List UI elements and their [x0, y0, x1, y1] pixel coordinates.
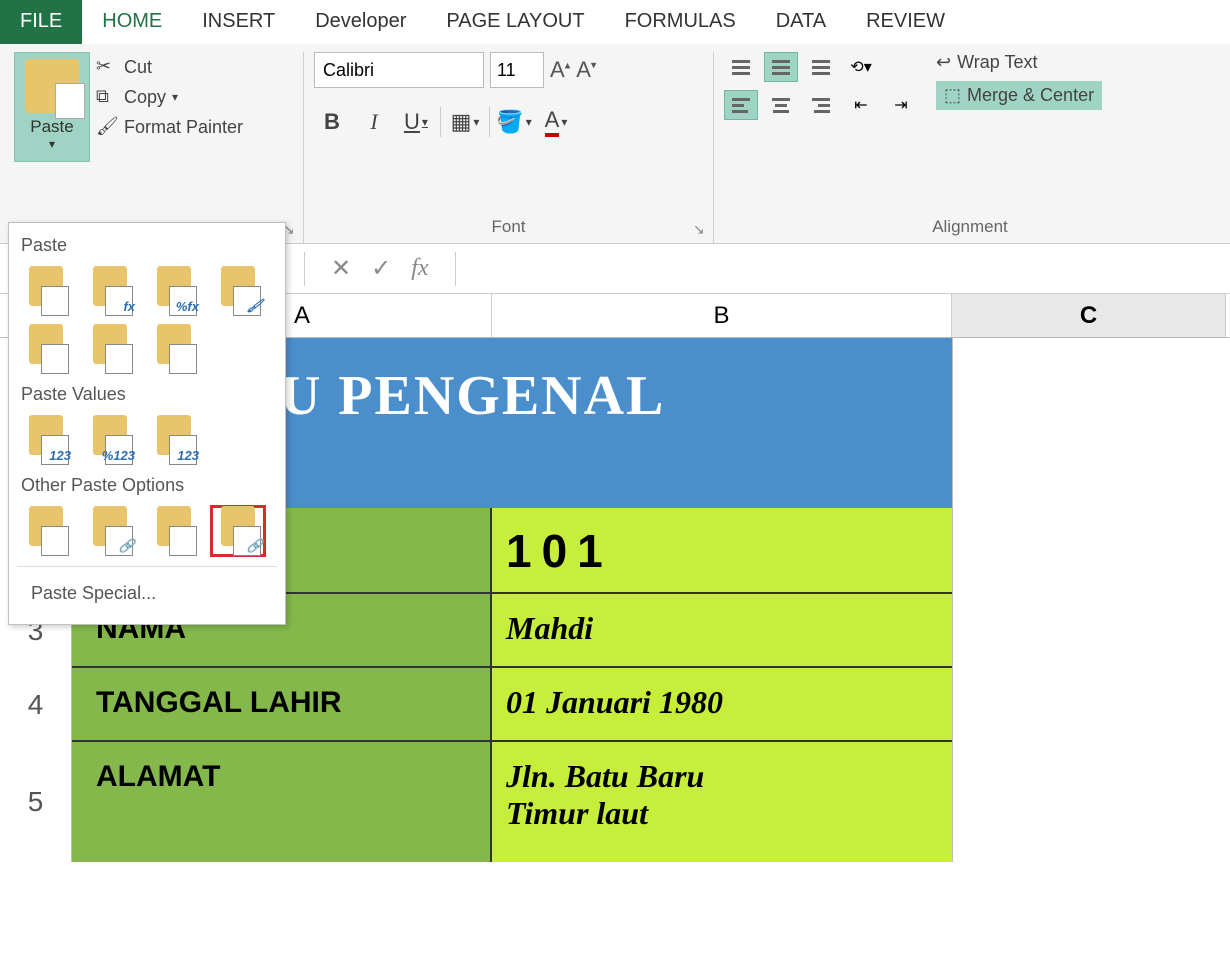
- paste-option-keep-source-formatting[interactable]: 🖌: [211, 266, 265, 316]
- wrap-text-label: Wrap Text: [957, 52, 1037, 73]
- cut-button[interactable]: ✂ Cut: [96, 56, 243, 78]
- group-clipboard: Paste ▾ ✂ Cut ⧉ Copy ▾ 🖌 Format Painter: [4, 52, 304, 243]
- enter-formula-icon[interactable]: ✓: [371, 254, 391, 283]
- copy-label: Copy: [124, 87, 166, 108]
- group-alignment: ⟲▾ ⇤ ⇥ ↩ Wrap Text ⬚ Merge & Center: [714, 52, 1226, 243]
- tab-developer[interactable]: Developer: [295, 0, 426, 44]
- cell-c3[interactable]: [952, 594, 1226, 668]
- increase-indent-button[interactable]: ⇥: [884, 90, 918, 120]
- format-painter-button[interactable]: 🖌 Format Painter: [96, 116, 243, 138]
- paste-option-transpose[interactable]: [147, 324, 201, 374]
- cell-c2[interactable]: [952, 508, 1226, 594]
- decrease-font-icon[interactable]: A▾: [576, 57, 596, 83]
- wrap-text-icon: ↩: [936, 52, 951, 73]
- cell-b4[interactable]: 01 Januari 1980: [492, 668, 952, 742]
- font-size-select[interactable]: [490, 52, 544, 88]
- paste-option-linked-picture[interactable]: 🔗: [211, 506, 265, 556]
- column-header-c[interactable]: C: [952, 294, 1226, 337]
- table-row: 4 TANGGAL LAHIR 01 Januari 1980: [0, 668, 1230, 742]
- borders-button[interactable]: ▦: [447, 104, 483, 140]
- fill-color-button[interactable]: 🪣: [496, 104, 532, 140]
- paste-dropdown-menu: Paste fx %fx 🖌 Paste Values 123 %123 123…: [8, 222, 286, 625]
- paste-option-keep-column-widths[interactable]: [83, 324, 137, 374]
- row-header-5[interactable]: 5: [0, 742, 72, 862]
- brush-icon: 🖌: [96, 116, 118, 138]
- paste-dropdown-arrow[interactable]: ▾: [49, 137, 55, 151]
- bold-button[interactable]: B: [314, 104, 350, 140]
- increase-font-icon[interactable]: A▴: [550, 57, 570, 83]
- tab-insert[interactable]: INSERT: [182, 0, 295, 44]
- font-name-select[interactable]: [314, 52, 484, 88]
- format-painter-label: Format Painter: [124, 117, 243, 138]
- cell-c5[interactable]: [952, 742, 1226, 862]
- scissors-icon: ✂: [96, 56, 118, 78]
- underline-button[interactable]: U: [398, 104, 434, 140]
- cut-label: Cut: [124, 57, 152, 78]
- paste-option-picture[interactable]: [147, 506, 201, 556]
- paste-option-values[interactable]: 123: [19, 415, 73, 465]
- paste-section-header: Paste: [17, 229, 277, 262]
- ribbon: Paste ▾ ✂ Cut ⧉ Copy ▾ 🖌 Format Painter: [0, 44, 1230, 244]
- paste-option-formulas[interactable]: fx: [83, 266, 137, 316]
- paste-special-menu-item[interactable]: Paste Special...: [17, 573, 277, 614]
- font-group-label: Font: [304, 217, 713, 243]
- wrap-text-button[interactable]: ↩ Wrap Text: [936, 52, 1102, 73]
- copy-dropdown-arrow[interactable]: ▾: [172, 90, 178, 104]
- paste-option-values-number-format[interactable]: %123: [83, 415, 137, 465]
- column-header-a[interactable]: A: [284, 294, 492, 337]
- tab-data[interactable]: DATA: [756, 0, 846, 44]
- paste-option-no-borders[interactable]: [19, 324, 73, 374]
- paste-option-formatting[interactable]: [19, 506, 73, 556]
- tab-review[interactable]: REVIEW: [846, 0, 965, 44]
- paste-option-link[interactable]: 🔗: [83, 506, 137, 556]
- ribbon-tabs: FILE HOME INSERT Developer PAGE LAYOUT F…: [0, 0, 1230, 44]
- cell-a5[interactable]: ALAMAT: [72, 742, 492, 862]
- cell-b3[interactable]: Mahdi: [492, 594, 952, 668]
- paste-values-section-header: Paste Values: [17, 378, 277, 411]
- font-color-button[interactable]: A: [538, 104, 574, 140]
- paste-label: Paste: [30, 117, 73, 137]
- formula-input[interactable]: [472, 244, 1230, 293]
- tab-page-layout[interactable]: PAGE LAYOUT: [426, 0, 604, 44]
- tab-file[interactable]: FILE: [0, 0, 82, 44]
- font-launcher-icon[interactable]: ↘: [693, 221, 709, 237]
- group-font: A▴ A▾ B I U ▦ 🪣 A Font ↘: [304, 52, 714, 243]
- tab-formulas[interactable]: FORMULAS: [605, 0, 756, 44]
- merge-center-label: Merge & Center: [967, 85, 1094, 106]
- cell-a4[interactable]: TANGGAL LAHIR: [72, 668, 492, 742]
- merge-icon: ⬚: [944, 85, 961, 106]
- cell-b2[interactable]: 101: [492, 508, 952, 594]
- fx-icon[interactable]: fx: [411, 255, 428, 282]
- orientation-button[interactable]: ⟲▾: [844, 52, 878, 82]
- cancel-formula-icon[interactable]: ✕: [331, 254, 351, 283]
- align-right-button[interactable]: [804, 90, 838, 120]
- align-center-button[interactable]: [764, 90, 798, 120]
- paste-option-formulas-number-format[interactable]: %fx: [147, 266, 201, 316]
- copy-icon: ⧉: [96, 86, 118, 108]
- paste-button[interactable]: Paste ▾: [14, 52, 90, 162]
- row-header-4[interactable]: 4: [0, 668, 72, 742]
- tab-home[interactable]: HOME: [82, 0, 182, 44]
- paste-option-paste[interactable]: [19, 266, 73, 316]
- alignment-group-label: Alignment: [714, 217, 1226, 243]
- column-header-b[interactable]: B: [492, 294, 952, 337]
- merge-center-button[interactable]: ⬚ Merge & Center: [936, 81, 1102, 110]
- other-paste-section-header: Other Paste Options: [17, 469, 277, 502]
- align-middle-button[interactable]: [764, 52, 798, 82]
- copy-button[interactable]: ⧉ Copy ▾: [96, 86, 243, 108]
- paste-icon: [25, 59, 79, 113]
- cell-b5[interactable]: Jln. Batu Baru Timur laut: [492, 742, 952, 862]
- align-left-button[interactable]: [724, 90, 758, 120]
- cell-c4[interactable]: [952, 668, 1226, 742]
- cell-c1[interactable]: [952, 338, 1226, 508]
- decrease-indent-button[interactable]: ⇤: [844, 90, 878, 120]
- paste-option-values-source-format[interactable]: 123: [147, 415, 201, 465]
- align-top-button[interactable]: [724, 52, 758, 82]
- align-bottom-button[interactable]: [804, 52, 838, 82]
- table-row: 5 ALAMAT Jln. Batu Baru Timur laut: [0, 742, 1230, 862]
- italic-button[interactable]: I: [356, 104, 392, 140]
